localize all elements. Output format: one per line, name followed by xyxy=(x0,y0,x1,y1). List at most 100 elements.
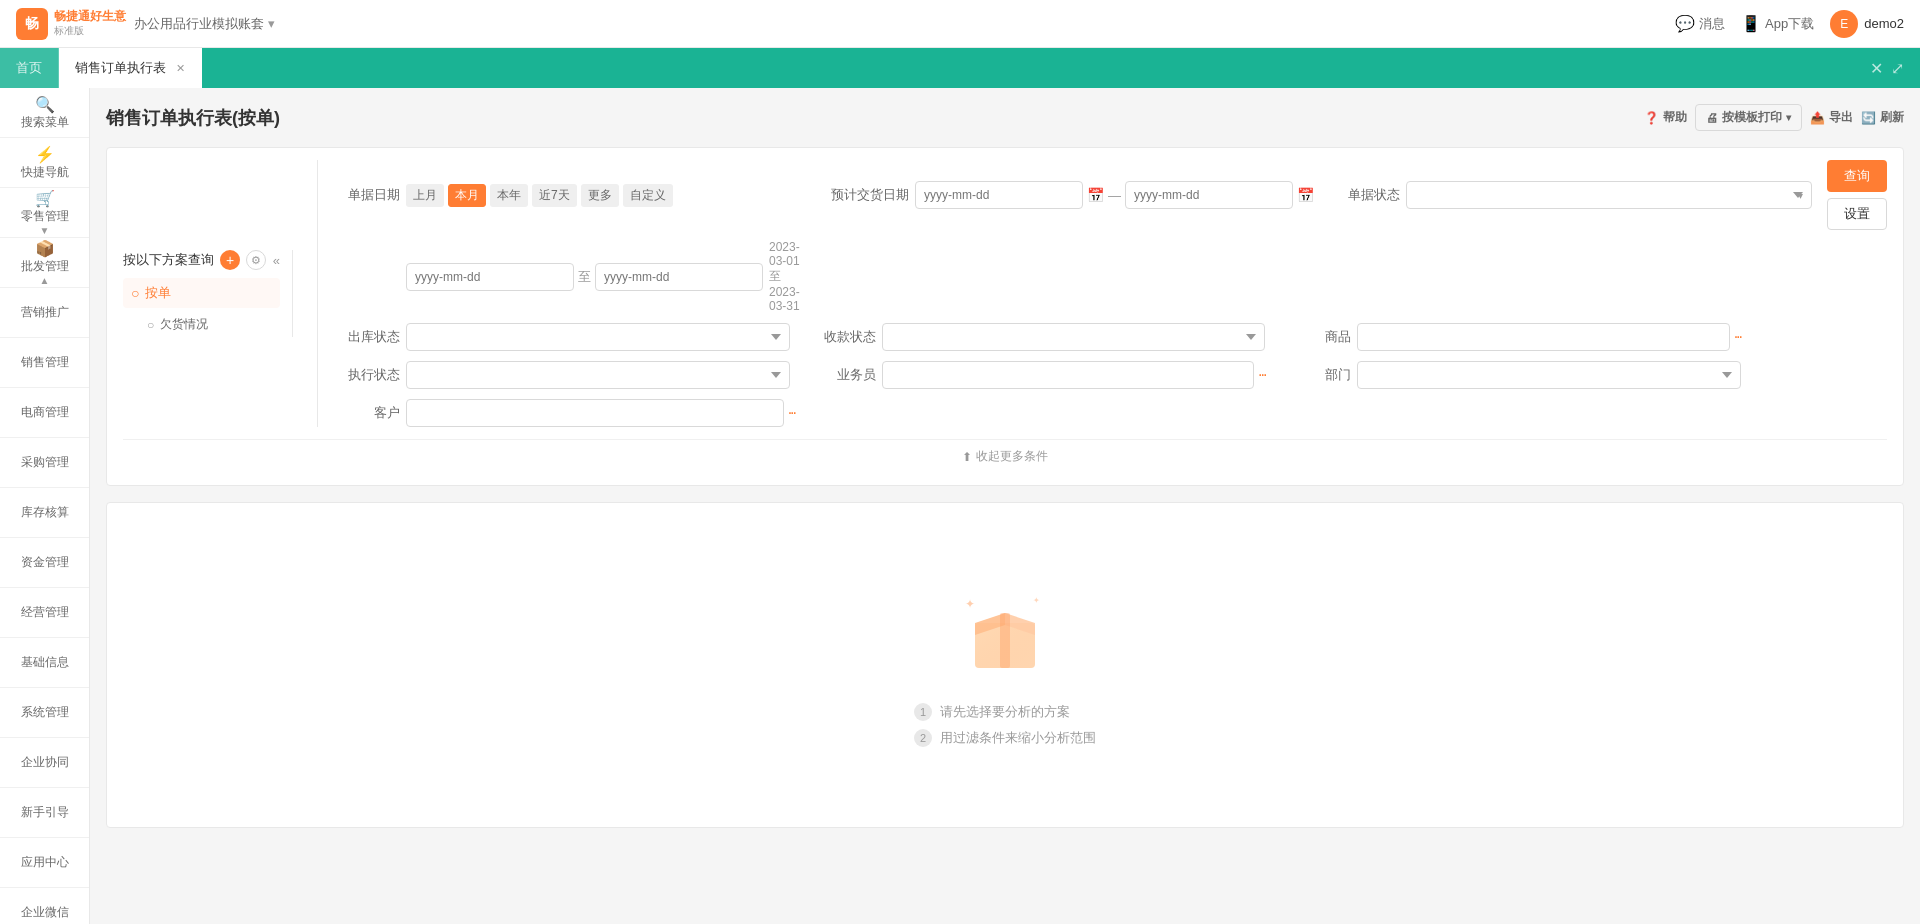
sidebar-item-search[interactable]: 🔍 搜索菜单 xyxy=(0,88,89,138)
product-label: 商品 xyxy=(1281,328,1351,346)
scheme-debt-icon: ○ xyxy=(147,318,154,332)
action-btns: 查询 设置 xyxy=(1827,160,1887,230)
help-label: 帮助 xyxy=(1663,109,1687,126)
expected-date-start[interactable] xyxy=(915,181,1083,209)
ecommerce-label: 电商管理 xyxy=(21,404,69,421)
tab-home[interactable]: 首页 xyxy=(0,48,59,88)
sidebar-item-marketing[interactable]: 营销推广 xyxy=(0,288,89,338)
product-dots-btn[interactable]: ··· xyxy=(1734,328,1741,346)
help-icon: ❓ xyxy=(1644,111,1659,125)
sidebar-item-ecommerce[interactable]: 电商管理 xyxy=(0,388,89,438)
template-print-btn[interactable]: 🖨 按模板打印 ▾ xyxy=(1695,104,1802,131)
scheme-item-by-order[interactable]: ○ 按单 xyxy=(123,278,280,308)
doc-date-start[interactable] xyxy=(406,263,574,291)
filter-expected-date: 预计交货日期 📅 — 📅 xyxy=(819,181,1314,209)
product-input[interactable] xyxy=(1357,323,1729,351)
sales-label: 销售管理 xyxy=(21,354,69,371)
dept-select[interactable] xyxy=(1357,361,1741,389)
filter-department: 部门 xyxy=(1281,361,1741,389)
sidebar-item-inventory[interactable]: 库存核算 xyxy=(0,488,89,538)
inventory-label: 库存核算 xyxy=(21,504,69,521)
collection-status-select[interactable] xyxy=(882,323,1266,351)
expected-date-end[interactable] xyxy=(1125,181,1293,209)
sidebar-item-system[interactable]: 系统管理 xyxy=(0,688,89,738)
date-btn-last-month[interactable]: 上月 xyxy=(406,184,444,207)
sidebar: 🔍 搜索菜单 ⚡ 快捷导航 🛒 零售管理 ▼ 📦 批发管理 ▲ 营销推广 销售管… xyxy=(0,88,90,924)
date-btn-this-year[interactable]: 本年 xyxy=(490,184,528,207)
scheme-panel-header: 按以下方案查询 + ⚙ « xyxy=(123,250,280,270)
customer-input[interactable] xyxy=(406,399,784,427)
sidebar-item-sales[interactable]: 销售管理 xyxy=(0,338,89,388)
sidebar-item-wechat[interactable]: 企业微信 xyxy=(0,888,89,924)
date-range-inputs: 至 xyxy=(406,263,763,291)
sidebar-search-label: 搜索菜单 xyxy=(21,114,69,131)
sidebar-item-enterprise[interactable]: 企业协同 xyxy=(0,738,89,788)
collapse-btn[interactable]: ⬆ 收起更多条件 xyxy=(962,448,1048,465)
help-btn[interactable]: ❓ 帮助 xyxy=(1644,109,1687,126)
user-area[interactable]: E demo2 xyxy=(1830,10,1904,38)
doc-status-select[interactable] xyxy=(1406,181,1812,209)
refresh-btn[interactable]: 🔄 刷新 xyxy=(1861,109,1904,126)
scheme-item-order-label: 按单 xyxy=(145,284,171,302)
date-btn-more[interactable]: 更多 xyxy=(581,184,619,207)
window-expand-icon[interactable]: ⤢ xyxy=(1891,59,1904,78)
scheme-collapse-btn[interactable]: « xyxy=(273,253,280,268)
outbound-status-select[interactable] xyxy=(406,323,790,351)
filter-row-top: 单据日期 上月 本月 本年 近7天 更多 自定义 xyxy=(330,160,1887,230)
page-header: 销售订单执行表(按单) ❓ 帮助 🖨 按模板打印 ▾ 📤 导出 🔄 刷新 xyxy=(106,104,1904,131)
page-title-text: 销售订单执行表(按单) xyxy=(106,106,280,130)
logo-area[interactable]: 畅 畅捷通好生意 标准版 xyxy=(16,8,126,40)
app-download-btn[interactable]: 📱 App下载 xyxy=(1741,14,1814,33)
refresh-icon: 🔄 xyxy=(1861,111,1876,125)
breadcrumb-text: 办公用品行业模拟账套 xyxy=(134,15,264,33)
date-btn-this-month[interactable]: 本月 xyxy=(448,184,486,207)
salesperson-input[interactable] xyxy=(882,361,1254,389)
sidebar-retail-label: 零售管理 xyxy=(21,208,69,225)
doc-date-end[interactable] xyxy=(595,263,763,291)
logo-icon: 畅 xyxy=(16,8,48,40)
sidebar-item-apps[interactable]: 应用中心 xyxy=(0,838,89,888)
scheme-settings-btn[interactable]: ⚙ xyxy=(246,250,266,270)
filter-fields: 单据日期 上月 本月 本年 近7天 更多 自定义 xyxy=(330,160,1887,427)
filter-salesperson: 业务员 ··· xyxy=(806,361,1266,389)
settings-btn[interactable]: 设置 xyxy=(1827,198,1887,230)
filter-row-1: 按以下方案查询 + ⚙ « ○ 按单 ○ 欠货情况 xyxy=(123,160,1887,427)
dept-label: 部门 xyxy=(1281,366,1351,384)
scheme-item-debt[interactable]: ○ 欠货情况 xyxy=(123,312,280,337)
filter-doc-status: 单据状态 ▾ xyxy=(1330,181,1803,209)
sidebar-item-quick-nav[interactable]: ⚡ 快捷导航 xyxy=(0,138,89,188)
tab-close-icon[interactable]: ✕ xyxy=(176,62,185,75)
template-print-icon: 🖨 xyxy=(1706,111,1718,125)
search-btn[interactable]: 查询 xyxy=(1827,160,1887,192)
home-tab-label: 首页 xyxy=(16,59,42,77)
date-btn-custom[interactable]: 自定义 xyxy=(623,184,673,207)
sidebar-item-newbie[interactable]: 新手引导 xyxy=(0,788,89,838)
date-btn-7days[interactable]: 近7天 xyxy=(532,184,577,207)
export-btn[interactable]: 📤 导出 xyxy=(1810,109,1853,126)
empty-hint-1-text: 请先选择要分析的方案 xyxy=(940,703,1070,721)
sidebar-item-basic[interactable]: 基础信息 xyxy=(0,638,89,688)
sidebar-item-wholesale[interactable]: 📦 批发管理 ▲ xyxy=(0,238,89,288)
logo-sub: 标准版 xyxy=(54,24,126,38)
tab-sales-exec-list[interactable]: 销售订单执行表 ✕ xyxy=(59,48,202,88)
sidebar-quick-nav-label: 快捷导航 xyxy=(21,164,69,181)
empty-hint-1: 1 请先选择要分析的方案 xyxy=(914,703,1096,721)
exec-status-select[interactable] xyxy=(406,361,790,389)
message-icon: 💬 xyxy=(1675,14,1695,33)
message-btn[interactable]: 💬 消息 xyxy=(1675,14,1725,33)
sidebar-item-retail[interactable]: 🛒 零售管理 ▼ xyxy=(0,188,89,238)
sidebar-item-purchase[interactable]: 采购管理 xyxy=(0,438,89,488)
expected-date-start-cal-icon[interactable]: 📅 xyxy=(1087,187,1104,203)
sidebar-item-operations[interactable]: 经营管理 xyxy=(0,588,89,638)
customer-dots-btn[interactable]: ··· xyxy=(788,404,795,422)
finance-label: 资金管理 xyxy=(21,554,69,571)
scheme-add-btn[interactable]: + xyxy=(220,250,240,270)
nav-tabs: 首页 销售订单执行表 ✕ ✕ ⤢ xyxy=(0,48,1920,88)
expected-date-end-cal-icon[interactable]: 📅 xyxy=(1297,187,1314,203)
outbound-status-label: 出库状态 xyxy=(330,328,400,346)
purchase-label: 采购管理 xyxy=(21,454,69,471)
window-close-icon[interactable]: ✕ xyxy=(1870,59,1883,78)
sidebar-item-finance[interactable]: 资金管理 xyxy=(0,538,89,588)
salesperson-dots-btn[interactable]: ··· xyxy=(1258,366,1265,384)
breadcrumb-dropdown-icon[interactable]: ▾ xyxy=(268,16,275,31)
